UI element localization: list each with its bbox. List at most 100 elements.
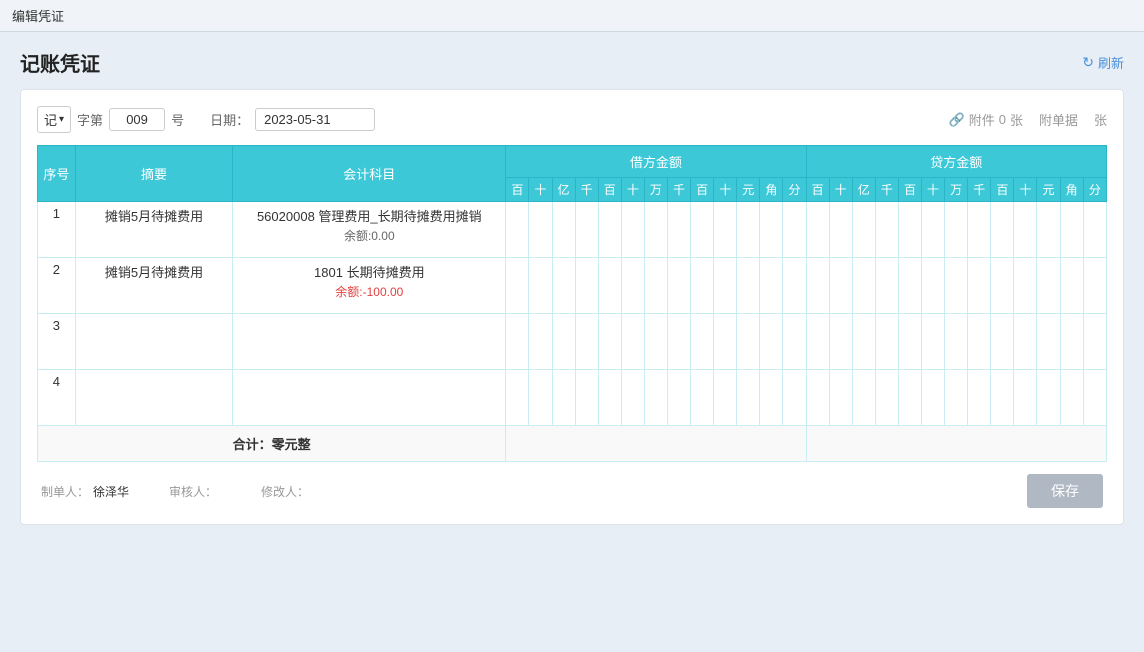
row4-d6[interactable] xyxy=(621,370,644,426)
row1-c7[interactable] xyxy=(945,202,968,258)
row3-c10[interactable] xyxy=(1014,314,1037,370)
row2-d3[interactable] xyxy=(552,258,575,314)
row3-d13[interactable] xyxy=(783,314,806,370)
row3-d4[interactable] xyxy=(575,314,598,370)
row3-c3[interactable] xyxy=(852,314,875,370)
row2-c13[interactable] xyxy=(1083,258,1106,314)
row4-d10[interactable] xyxy=(714,370,737,426)
row2-c9[interactable] xyxy=(991,258,1014,314)
row4-d9[interactable] xyxy=(691,370,714,426)
save-button[interactable]: 保存 xyxy=(1027,474,1103,508)
row3-account[interactable] xyxy=(233,314,506,370)
row4-d5[interactable] xyxy=(598,370,621,426)
row2-c1[interactable] xyxy=(806,258,829,314)
row1-d6[interactable] xyxy=(621,202,644,258)
row4-c6[interactable] xyxy=(922,370,945,426)
row4-d8[interactable] xyxy=(667,370,690,426)
row2-d12[interactable] xyxy=(760,258,783,314)
row1-d1[interactable] xyxy=(506,202,529,258)
row2-c8[interactable] xyxy=(968,258,991,314)
row3-c9[interactable] xyxy=(991,314,1014,370)
row3-d5[interactable] xyxy=(598,314,621,370)
row2-d13[interactable] xyxy=(783,258,806,314)
row4-c13[interactable] xyxy=(1083,370,1106,426)
row3-c12[interactable] xyxy=(1060,314,1083,370)
row4-c3[interactable] xyxy=(852,370,875,426)
row4-d13[interactable] xyxy=(783,370,806,426)
row4-c9[interactable] xyxy=(991,370,1014,426)
row1-c5[interactable] xyxy=(898,202,921,258)
row1-d4[interactable] xyxy=(575,202,598,258)
row4-d3[interactable] xyxy=(552,370,575,426)
row1-c13[interactable] xyxy=(1083,202,1106,258)
row2-d10[interactable] xyxy=(714,258,737,314)
row4-c4[interactable] xyxy=(875,370,898,426)
row4-summary[interactable] xyxy=(75,370,233,426)
row2-d5[interactable] xyxy=(598,258,621,314)
row4-c11[interactable] xyxy=(1037,370,1060,426)
date-input[interactable] xyxy=(255,108,375,131)
row1-c8[interactable] xyxy=(968,202,991,258)
row4-c2[interactable] xyxy=(829,370,852,426)
row4-d11[interactable] xyxy=(737,370,760,426)
row1-d2[interactable] xyxy=(529,202,552,258)
row1-c11[interactable] xyxy=(1037,202,1060,258)
row2-d9[interactable] xyxy=(691,258,714,314)
row2-d1[interactable] xyxy=(506,258,529,314)
row1-d7[interactable] xyxy=(644,202,667,258)
row4-c8[interactable] xyxy=(968,370,991,426)
row1-c3[interactable] xyxy=(852,202,875,258)
ji-dropdown[interactable]: 记 ▾ xyxy=(37,106,71,133)
row4-d7[interactable] xyxy=(644,370,667,426)
row1-d11[interactable] xyxy=(737,202,760,258)
row3-c11[interactable] xyxy=(1037,314,1060,370)
row1-d9[interactable] xyxy=(691,202,714,258)
row2-c4[interactable] xyxy=(875,258,898,314)
row2-d4[interactable] xyxy=(575,258,598,314)
row2-c2[interactable] xyxy=(829,258,852,314)
row4-d4[interactable] xyxy=(575,370,598,426)
row3-c13[interactable] xyxy=(1083,314,1106,370)
row2-d6[interactable] xyxy=(621,258,644,314)
zi-number-input[interactable] xyxy=(109,108,165,131)
refresh-button[interactable]: ↻ 刷新 xyxy=(1082,53,1124,72)
row1-account[interactable]: 56020008 管理费用_长期待摊费用摊销 余额:0.00 xyxy=(233,202,506,258)
row3-c2[interactable] xyxy=(829,314,852,370)
row4-d1[interactable] xyxy=(506,370,529,426)
row4-c12[interactable] xyxy=(1060,370,1083,426)
row1-d10[interactable] xyxy=(714,202,737,258)
row3-d1[interactable] xyxy=(506,314,529,370)
row4-account[interactable] xyxy=(233,370,506,426)
row2-c3[interactable] xyxy=(852,258,875,314)
row1-d5[interactable] xyxy=(598,202,621,258)
row4-c5[interactable] xyxy=(898,370,921,426)
row3-c1[interactable] xyxy=(806,314,829,370)
row1-d12[interactable] xyxy=(760,202,783,258)
row2-c12[interactable] xyxy=(1060,258,1083,314)
row3-d7[interactable] xyxy=(644,314,667,370)
row1-c1[interactable] xyxy=(806,202,829,258)
row2-c5[interactable] xyxy=(898,258,921,314)
row3-d11[interactable] xyxy=(737,314,760,370)
row3-summary[interactable] xyxy=(75,314,233,370)
row2-c7[interactable] xyxy=(945,258,968,314)
row3-c8[interactable] xyxy=(968,314,991,370)
row1-c6[interactable] xyxy=(922,202,945,258)
row1-summary[interactable]: 摊销5月待摊费用 xyxy=(75,202,233,258)
row3-d8[interactable] xyxy=(667,314,690,370)
row2-d8[interactable] xyxy=(667,258,690,314)
row2-account[interactable]: 1801 长期待摊费用 余额:-100.00 xyxy=(233,258,506,314)
row3-c6[interactable] xyxy=(922,314,945,370)
row4-d2[interactable] xyxy=(529,370,552,426)
row3-d6[interactable] xyxy=(621,314,644,370)
row1-c12[interactable] xyxy=(1060,202,1083,258)
row1-d3[interactable] xyxy=(552,202,575,258)
row3-d10[interactable] xyxy=(714,314,737,370)
row3-c4[interactable] xyxy=(875,314,898,370)
attach-single-link[interactable]: 附单据 xyxy=(1039,110,1078,129)
row4-c10[interactable] xyxy=(1014,370,1037,426)
row3-d12[interactable] xyxy=(760,314,783,370)
row2-d2[interactable] xyxy=(529,258,552,314)
row1-c9[interactable] xyxy=(991,202,1014,258)
row1-d8[interactable] xyxy=(667,202,690,258)
